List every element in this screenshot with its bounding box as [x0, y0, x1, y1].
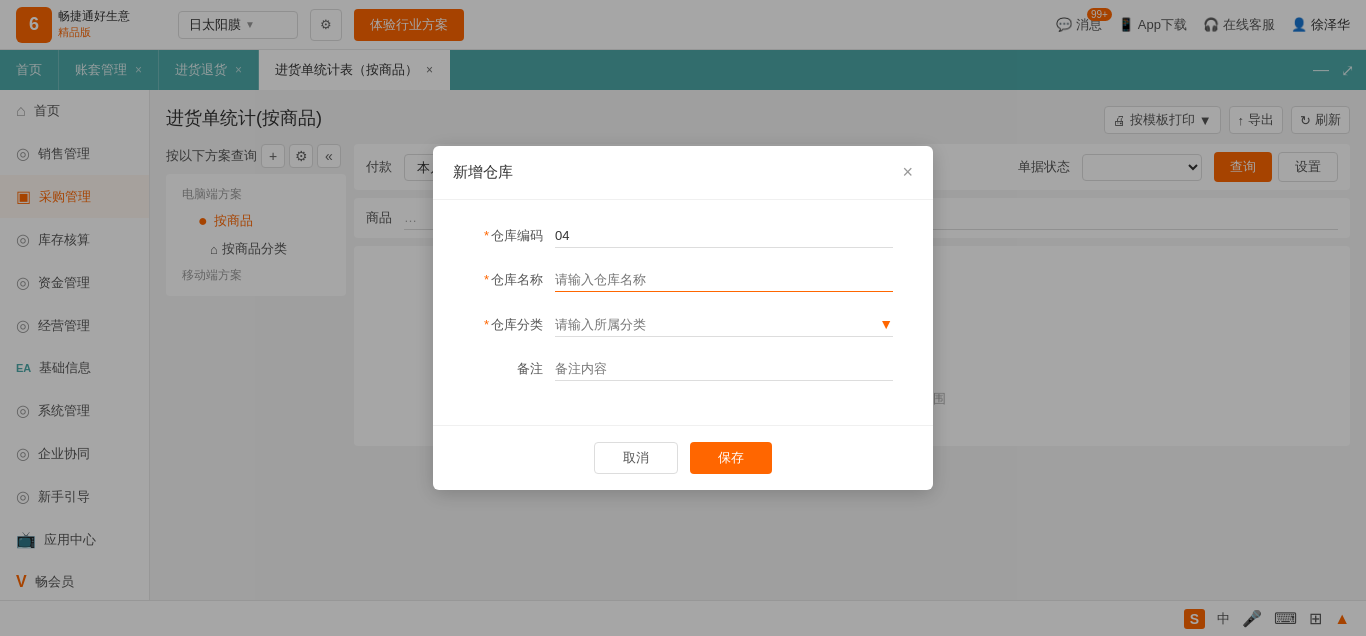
- category-label: *仓库分类: [473, 316, 543, 334]
- warehouse-code-input[interactable]: [555, 224, 893, 248]
- save-button[interactable]: 保存: [690, 442, 772, 474]
- code-label: *仓库编码: [473, 227, 543, 245]
- modal-title: 新增仓库: [453, 163, 513, 182]
- form-row-remark: 备注: [473, 357, 893, 381]
- new-warehouse-modal: 新增仓库 × *仓库编码 *仓库名称 *仓库分类: [433, 146, 933, 490]
- form-row-code: *仓库编码: [473, 224, 893, 248]
- form-row-name: *仓库名称: [473, 268, 893, 292]
- category-arrow-icon: ▼: [879, 316, 893, 332]
- warehouse-category-select[interactable]: ▼: [555, 312, 893, 337]
- modal-body: *仓库编码 *仓库名称 *仓库分类 ▼: [433, 200, 933, 425]
- name-label: *仓库名称: [473, 271, 543, 289]
- modal-overlay: 新增仓库 × *仓库编码 *仓库名称 *仓库分类: [0, 0, 1366, 636]
- modal-footer: 取消 保存: [433, 425, 933, 490]
- cancel-button[interactable]: 取消: [594, 442, 678, 474]
- modal-close-button[interactable]: ×: [902, 162, 913, 183]
- modal-header: 新增仓库 ×: [433, 146, 933, 200]
- warehouse-remark-input[interactable]: [555, 357, 893, 381]
- remark-label: 备注: [473, 360, 543, 378]
- form-row-category: *仓库分类 ▼: [473, 312, 893, 337]
- category-input[interactable]: [555, 317, 879, 332]
- warehouse-name-input[interactable]: [555, 268, 893, 292]
